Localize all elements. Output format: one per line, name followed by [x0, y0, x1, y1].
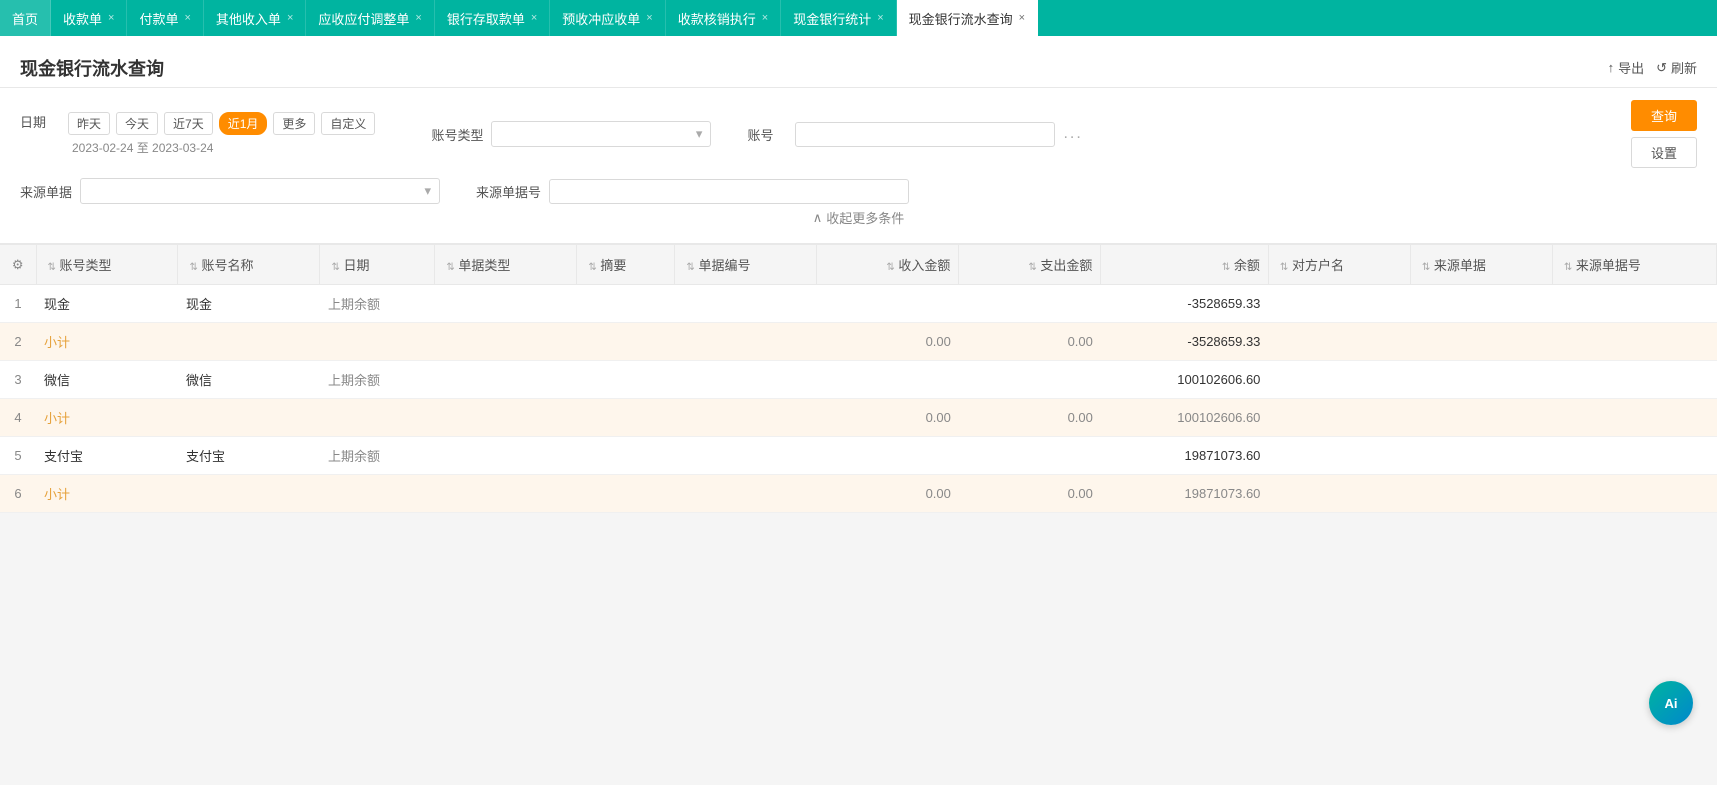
header-actions: ↑ 导出 ↺ 刷新 — [1608, 58, 1697, 77]
data-table: ⚙ ⇅ 账号类型 ⇅ 账号名称 ⇅ 日期 ⇅ 单据类型 — [0, 244, 1717, 513]
nav-adjustment[interactable]: 应收应付调整单 × — [306, 0, 434, 36]
col-counterpart[interactable]: ⇅ 对方户名 — [1268, 245, 1410, 285]
table-header-row: ⚙ ⇅ 账号类型 ⇅ 账号名称 ⇅ 日期 ⇅ 单据类型 — [0, 245, 1717, 285]
query-button[interactable]: 查询 — [1631, 100, 1697, 131]
nav-home[interactable]: 首页 — [0, 0, 51, 36]
sort-icon: ⇅ — [48, 262, 56, 273]
refresh-button[interactable]: ↺ 刷新 — [1656, 58, 1697, 77]
nav-other-income[interactable]: 其他收入单 × — [204, 0, 306, 36]
date-filter-label: 日期 — [20, 112, 60, 131]
table-row: 1现金现金上期余额-3528659.33 — [0, 285, 1717, 323]
export-icon: ↑ — [1608, 60, 1615, 75]
sort-icon: ⇅ — [886, 262, 894, 273]
sort-icon: ⇅ — [331, 262, 339, 273]
refresh-icon: ↺ — [1656, 60, 1667, 76]
col-income[interactable]: ⇅ 收入金额 — [817, 245, 959, 285]
account-input[interactable] — [795, 122, 1055, 147]
table-row: 5支付宝支付宝上期余额19871073.60 — [0, 437, 1717, 475]
close-icon[interactable]: × — [415, 12, 421, 24]
page-header: 现金银行流水查询 ↑ 导出 ↺ 刷新 — [0, 36, 1717, 88]
date-btn-today[interactable]: 今天 — [116, 112, 158, 135]
account-label: 账号 — [747, 125, 787, 144]
ai-assistant-button[interactable]: Ai — [1649, 681, 1693, 725]
nav-receipt[interactable]: 收款单 × — [51, 0, 127, 36]
filter-row-1: 日期 昨天 今天 近7天 近1月 更多 自定义 2023-02-24 至 202… — [20, 100, 1697, 168]
sort-icon: ⇅ — [588, 262, 596, 273]
col-settings[interactable]: ⚙ — [0, 245, 36, 285]
account-type-select[interactable]: ▾ — [491, 121, 711, 147]
more-dots-icon[interactable]: ... — [1063, 125, 1082, 143]
table-row: 3微信微信上期余额100102606.60 — [0, 361, 1717, 399]
sort-icon: ⇅ — [686, 262, 694, 273]
sort-icon: ⇅ — [446, 262, 454, 273]
table-row: 4小计0.000.00100102606.60 — [0, 399, 1717, 437]
sort-icon: ⇅ — [1028, 262, 1036, 273]
source-doc-no-input[interactable] — [549, 179, 909, 204]
source-doc-label: 来源单据 — [20, 182, 72, 201]
close-icon[interactable]: × — [646, 12, 652, 24]
collapse-label: 收起更多条件 — [826, 208, 904, 227]
filter-actions: 查询 设置 — [1631, 100, 1697, 168]
close-icon[interactable]: × — [877, 12, 883, 24]
table-settings-icon[interactable]: ⚙ — [12, 257, 24, 272]
col-date[interactable]: ⇅ 日期 — [320, 245, 435, 285]
nav-bank-stats[interactable]: 现金银行统计 × — [781, 0, 896, 36]
sort-icon: ⇅ — [1222, 262, 1230, 273]
close-icon[interactable]: × — [108, 12, 114, 24]
sort-icon: ⇅ — [189, 262, 197, 273]
table-row: 2小计0.000.00-3528659.33 — [0, 323, 1717, 361]
filter-row-2: 来源单据 ▾ 来源单据号 — [20, 178, 1697, 204]
sort-icon: ⇅ — [1564, 262, 1572, 273]
top-navigation: 首页 收款单 × 付款单 × 其他收入单 × 应收应付调整单 × 银行存取款单 … — [0, 0, 1717, 36]
col-doc-no[interactable]: ⇅ 单据编号 — [675, 245, 817, 285]
table-row: 6小计0.000.0019871073.60 — [0, 475, 1717, 513]
close-icon[interactable]: × — [184, 12, 190, 24]
date-buttons: 昨天 今天 近7天 近1月 更多 自定义 — [68, 112, 375, 135]
nav-receipt-execute[interactable]: 收款核销执行 × — [666, 0, 781, 36]
date-btn-more[interactable]: 更多 — [273, 112, 315, 135]
date-btn-7days[interactable]: 近7天 — [164, 112, 213, 135]
export-button[interactable]: ↑ 导出 — [1608, 58, 1645, 77]
col-account-type[interactable]: ⇅ 账号类型 — [36, 245, 178, 285]
col-source-doc[interactable]: ⇅ 来源单据 — [1410, 245, 1552, 285]
col-doc-type[interactable]: ⇅ 单据类型 — [435, 245, 577, 285]
nav-bank-deposit[interactable]: 银行存取款单 × — [435, 0, 550, 36]
col-summary[interactable]: ⇅ 摘要 — [577, 245, 675, 285]
close-icon[interactable]: × — [762, 12, 768, 24]
page-title: 现金银行流水查询 — [20, 55, 164, 81]
nav-prepay-offset[interactable]: 预收冲应收单 × — [550, 0, 665, 36]
date-range: 2023-02-24 至 2023-03-24 — [72, 139, 375, 156]
source-doc-select[interactable]: ▾ — [80, 178, 440, 204]
chevron-up-icon: ∧ — [813, 210, 823, 226]
sort-icon: ⇅ — [1280, 262, 1288, 273]
chevron-down-icon: ▾ — [696, 126, 703, 142]
filter-area: 日期 昨天 今天 近7天 近1月 更多 自定义 2023-02-24 至 202… — [0, 88, 1717, 244]
collapse-bar[interactable]: ∧ 收起更多条件 — [20, 204, 1697, 231]
col-source-doc-no[interactable]: ⇅ 来源单据号 — [1552, 245, 1716, 285]
date-btn-1month[interactable]: 近1月 — [219, 112, 268, 135]
date-btn-yesterday[interactable]: 昨天 — [68, 112, 110, 135]
chevron-down-icon: ▾ — [424, 183, 431, 199]
close-icon[interactable]: × — [1019, 12, 1025, 24]
account-type-label: 账号类型 — [431, 125, 483, 144]
data-table-container: ⚙ ⇅ 账号类型 ⇅ 账号名称 ⇅ 日期 ⇅ 单据类型 — [0, 244, 1717, 513]
nav-bank-flow[interactable]: 现金银行流水查询 × — [897, 0, 1038, 36]
col-expense[interactable]: ⇅ 支出金额 — [959, 245, 1101, 285]
settings-button[interactable]: 设置 — [1631, 137, 1697, 168]
nav-payment[interactable]: 付款单 × — [127, 0, 203, 36]
close-icon[interactable]: × — [287, 12, 293, 24]
date-btn-custom[interactable]: 自定义 — [321, 112, 375, 135]
source-doc-no-label: 来源单据号 — [476, 182, 541, 201]
col-account-name[interactable]: ⇅ 账号名称 — [178, 245, 320, 285]
col-balance[interactable]: ⇅ 余额 — [1101, 245, 1269, 285]
sort-icon: ⇅ — [1422, 262, 1430, 273]
close-icon[interactable]: × — [531, 12, 537, 24]
